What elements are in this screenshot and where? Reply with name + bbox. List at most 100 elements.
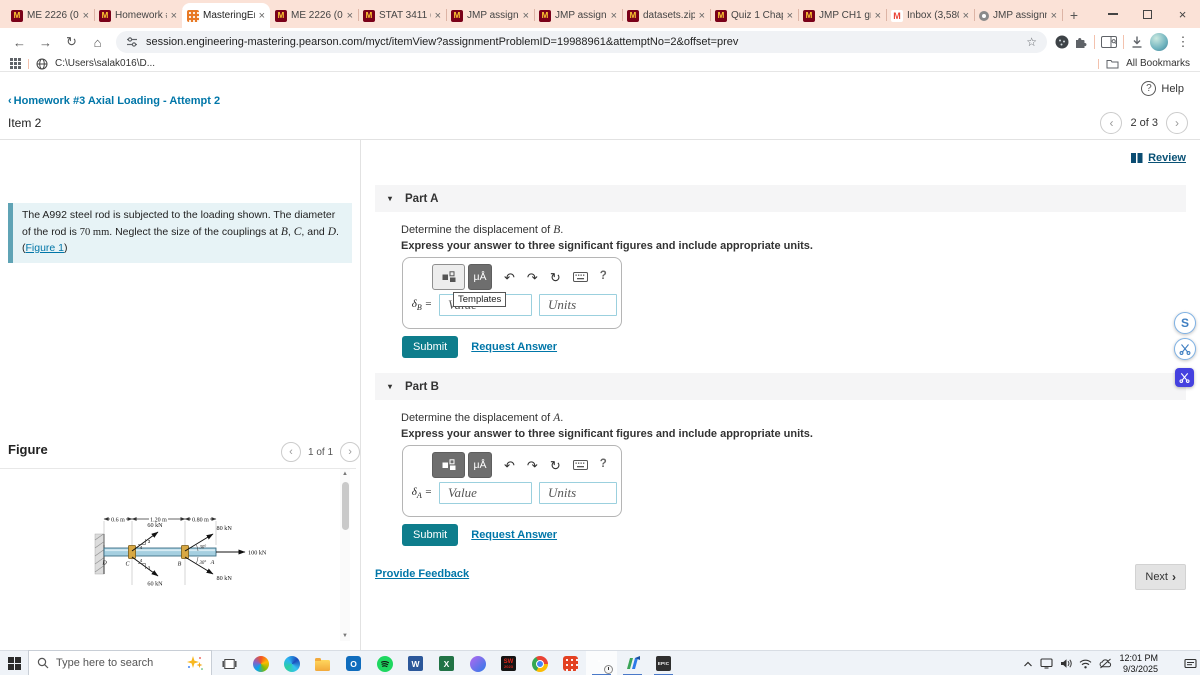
redo-icon[interactable]: ↷ bbox=[527, 271, 538, 284]
collapse-triangle-icon[interactable]: ▾ bbox=[388, 194, 392, 203]
browser-tab[interactable]: M Homework # × bbox=[94, 3, 183, 28]
site-settings-icon[interactable] bbox=[126, 36, 138, 48]
extensions-puzzle-icon[interactable] bbox=[1073, 35, 1088, 50]
tab-close-icon[interactable]: × bbox=[1051, 10, 1057, 22]
display-icon[interactable] bbox=[1040, 658, 1054, 669]
provide-feedback-link[interactable]: Provide Feedback bbox=[375, 568, 469, 580]
templates-button[interactable] bbox=[432, 452, 465, 478]
chrome-button[interactable] bbox=[524, 651, 555, 675]
tab-close-icon[interactable]: × bbox=[435, 10, 441, 22]
redo-icon[interactable]: ↷ bbox=[527, 459, 538, 472]
home-icon[interactable]: ⌂ bbox=[86, 35, 109, 50]
part-b-header[interactable]: ▾ Part B bbox=[375, 373, 1186, 400]
file-explorer-button[interactable] bbox=[307, 651, 338, 675]
browser-tab[interactable]: M JMP assignm × bbox=[534, 3, 623, 28]
reload-icon[interactable]: ↻ bbox=[60, 34, 83, 50]
forward-icon[interactable]: → bbox=[34, 35, 57, 50]
spotify-button[interactable] bbox=[369, 651, 400, 675]
browser-tab[interactable]: M Inbox (3,580) × bbox=[886, 3, 975, 28]
tab-close-icon[interactable]: × bbox=[699, 10, 705, 22]
scroll-up-icon[interactable]: ▲ bbox=[340, 469, 350, 479]
browser-tab[interactable]: Mdatasets.zip × bbox=[622, 3, 711, 28]
review-link[interactable]: Review bbox=[1148, 152, 1186, 164]
word-button[interactable]: W bbox=[400, 651, 431, 675]
undo-icon[interactable]: ↶ bbox=[504, 271, 515, 284]
submit-button[interactable]: Submit bbox=[402, 336, 459, 358]
browser-tab[interactable]: M STAT 3411 (0 × bbox=[358, 3, 447, 28]
clock[interactable]: 12:01 PM 9/3/2025 bbox=[1119, 653, 1158, 675]
task-view-button[interactable] bbox=[214, 651, 245, 675]
onedrive-cloud-icon[interactable] bbox=[1099, 658, 1112, 669]
figure-link[interactable]: Figure 1 bbox=[26, 242, 65, 254]
address-bar[interactable]: session.engineering-mastering.pearson.co… bbox=[116, 31, 1047, 53]
browser-menu-icon[interactable]: ⋮ bbox=[1174, 34, 1192, 50]
tab-close-icon[interactable]: × bbox=[83, 10, 89, 22]
tab-close-icon[interactable]: × bbox=[963, 10, 969, 22]
scroll-down-icon[interactable]: ▼ bbox=[340, 631, 350, 641]
bookmark-star-icon[interactable]: ☆ bbox=[1026, 35, 1037, 49]
scrollbar-thumb[interactable] bbox=[341, 482, 349, 530]
browser-tab-active[interactable]: MasteringEn × bbox=[182, 3, 270, 28]
keyboard-icon[interactable] bbox=[572, 272, 588, 282]
taskbar-search[interactable]: Type here to search bbox=[28, 650, 212, 675]
browser-tab[interactable]: M ME 2226 (00 × bbox=[270, 3, 359, 28]
browser-tab[interactable]: M JMP assignm × bbox=[446, 3, 535, 28]
maximize-button[interactable] bbox=[1130, 0, 1165, 28]
browser-tab[interactable]: M ME 2226 (00 × bbox=[6, 3, 95, 28]
tab-close-icon[interactable]: × bbox=[347, 10, 353, 22]
equation-help-icon[interactable]: ? bbox=[600, 271, 607, 283]
assignment-back-link[interactable]: ‹ Homework #3 Axial Loading - Attempt 2 bbox=[8, 95, 220, 107]
equation-help-icon[interactable]: ? bbox=[600, 459, 607, 471]
tray-chevron-up-icon[interactable] bbox=[1023, 660, 1033, 668]
next-button[interactable]: Next › bbox=[1135, 564, 1186, 590]
prev-item-button[interactable]: ‹ bbox=[1100, 112, 1123, 134]
request-answer-link[interactable]: Request Answer bbox=[471, 341, 557, 353]
excel-button[interactable]: X bbox=[431, 651, 462, 675]
extension-s-button[interactable]: S bbox=[1174, 312, 1196, 334]
copilot-button[interactable] bbox=[245, 651, 276, 675]
outlook-button[interactable]: O bbox=[338, 651, 369, 675]
browser-tab[interactable]: JMP assignm × bbox=[974, 3, 1063, 28]
new-tab-button[interactable]: + bbox=[1062, 3, 1086, 27]
tab-close-icon[interactable]: × bbox=[259, 10, 265, 22]
start-button[interactable] bbox=[0, 651, 28, 675]
keyboard-icon[interactable] bbox=[572, 460, 588, 470]
browser-tab[interactable]: M JMP CH1 gra × bbox=[798, 3, 887, 28]
speaker-icon[interactable] bbox=[1060, 658, 1073, 669]
figure-next-button[interactable]: › bbox=[340, 442, 361, 462]
side-panel-search-icon[interactable] bbox=[1101, 36, 1117, 48]
close-window-button[interactable]: × bbox=[1165, 0, 1200, 28]
edge-button[interactable] bbox=[276, 651, 307, 675]
value-input[interactable] bbox=[439, 482, 532, 504]
reset-icon[interactable]: ↻ bbox=[550, 271, 561, 284]
solidworks-button[interactable]: SW 2023 bbox=[493, 651, 524, 675]
units-input[interactable] bbox=[539, 294, 617, 316]
jmp-green-button[interactable] bbox=[617, 651, 648, 675]
review-control[interactable]: Review bbox=[1131, 152, 1186, 164]
minimize-button[interactable] bbox=[1095, 0, 1130, 28]
office-button[interactable] bbox=[462, 651, 493, 675]
tab-close-icon[interactable]: × bbox=[523, 10, 529, 22]
reset-icon[interactable]: ↻ bbox=[550, 459, 561, 472]
request-answer-link[interactable]: Request Answer bbox=[471, 529, 557, 541]
back-icon[interactable]: ← bbox=[8, 35, 31, 50]
action-center-button[interactable] bbox=[1184, 651, 1197, 675]
submit-button[interactable]: Submit bbox=[402, 524, 459, 546]
symbols-button[interactable]: μÅ bbox=[468, 452, 492, 478]
templates-button[interactable] bbox=[432, 264, 465, 290]
figure-prev-button[interactable]: ‹ bbox=[281, 442, 301, 462]
bookmark-item[interactable]: C:\Users\salak016\D... bbox=[55, 58, 155, 69]
symbols-button[interactable]: μÅ bbox=[468, 264, 492, 290]
undo-icon[interactable]: ↶ bbox=[504, 459, 515, 472]
tab-close-icon[interactable]: × bbox=[171, 10, 177, 22]
units-input[interactable] bbox=[539, 482, 617, 504]
wifi-icon[interactable] bbox=[1079, 659, 1092, 669]
chrome-active-button[interactable] bbox=[586, 651, 617, 675]
part-a-header[interactable]: ▾ Part A bbox=[375, 185, 1186, 212]
help-control[interactable]: ? Help bbox=[1141, 81, 1184, 96]
tab-close-icon[interactable]: × bbox=[875, 10, 881, 22]
collapse-triangle-icon[interactable]: ▾ bbox=[388, 382, 392, 391]
download-icon[interactable] bbox=[1130, 35, 1144, 49]
tab-close-icon[interactable]: × bbox=[787, 10, 793, 22]
extension-icon[interactable] bbox=[1054, 34, 1070, 50]
